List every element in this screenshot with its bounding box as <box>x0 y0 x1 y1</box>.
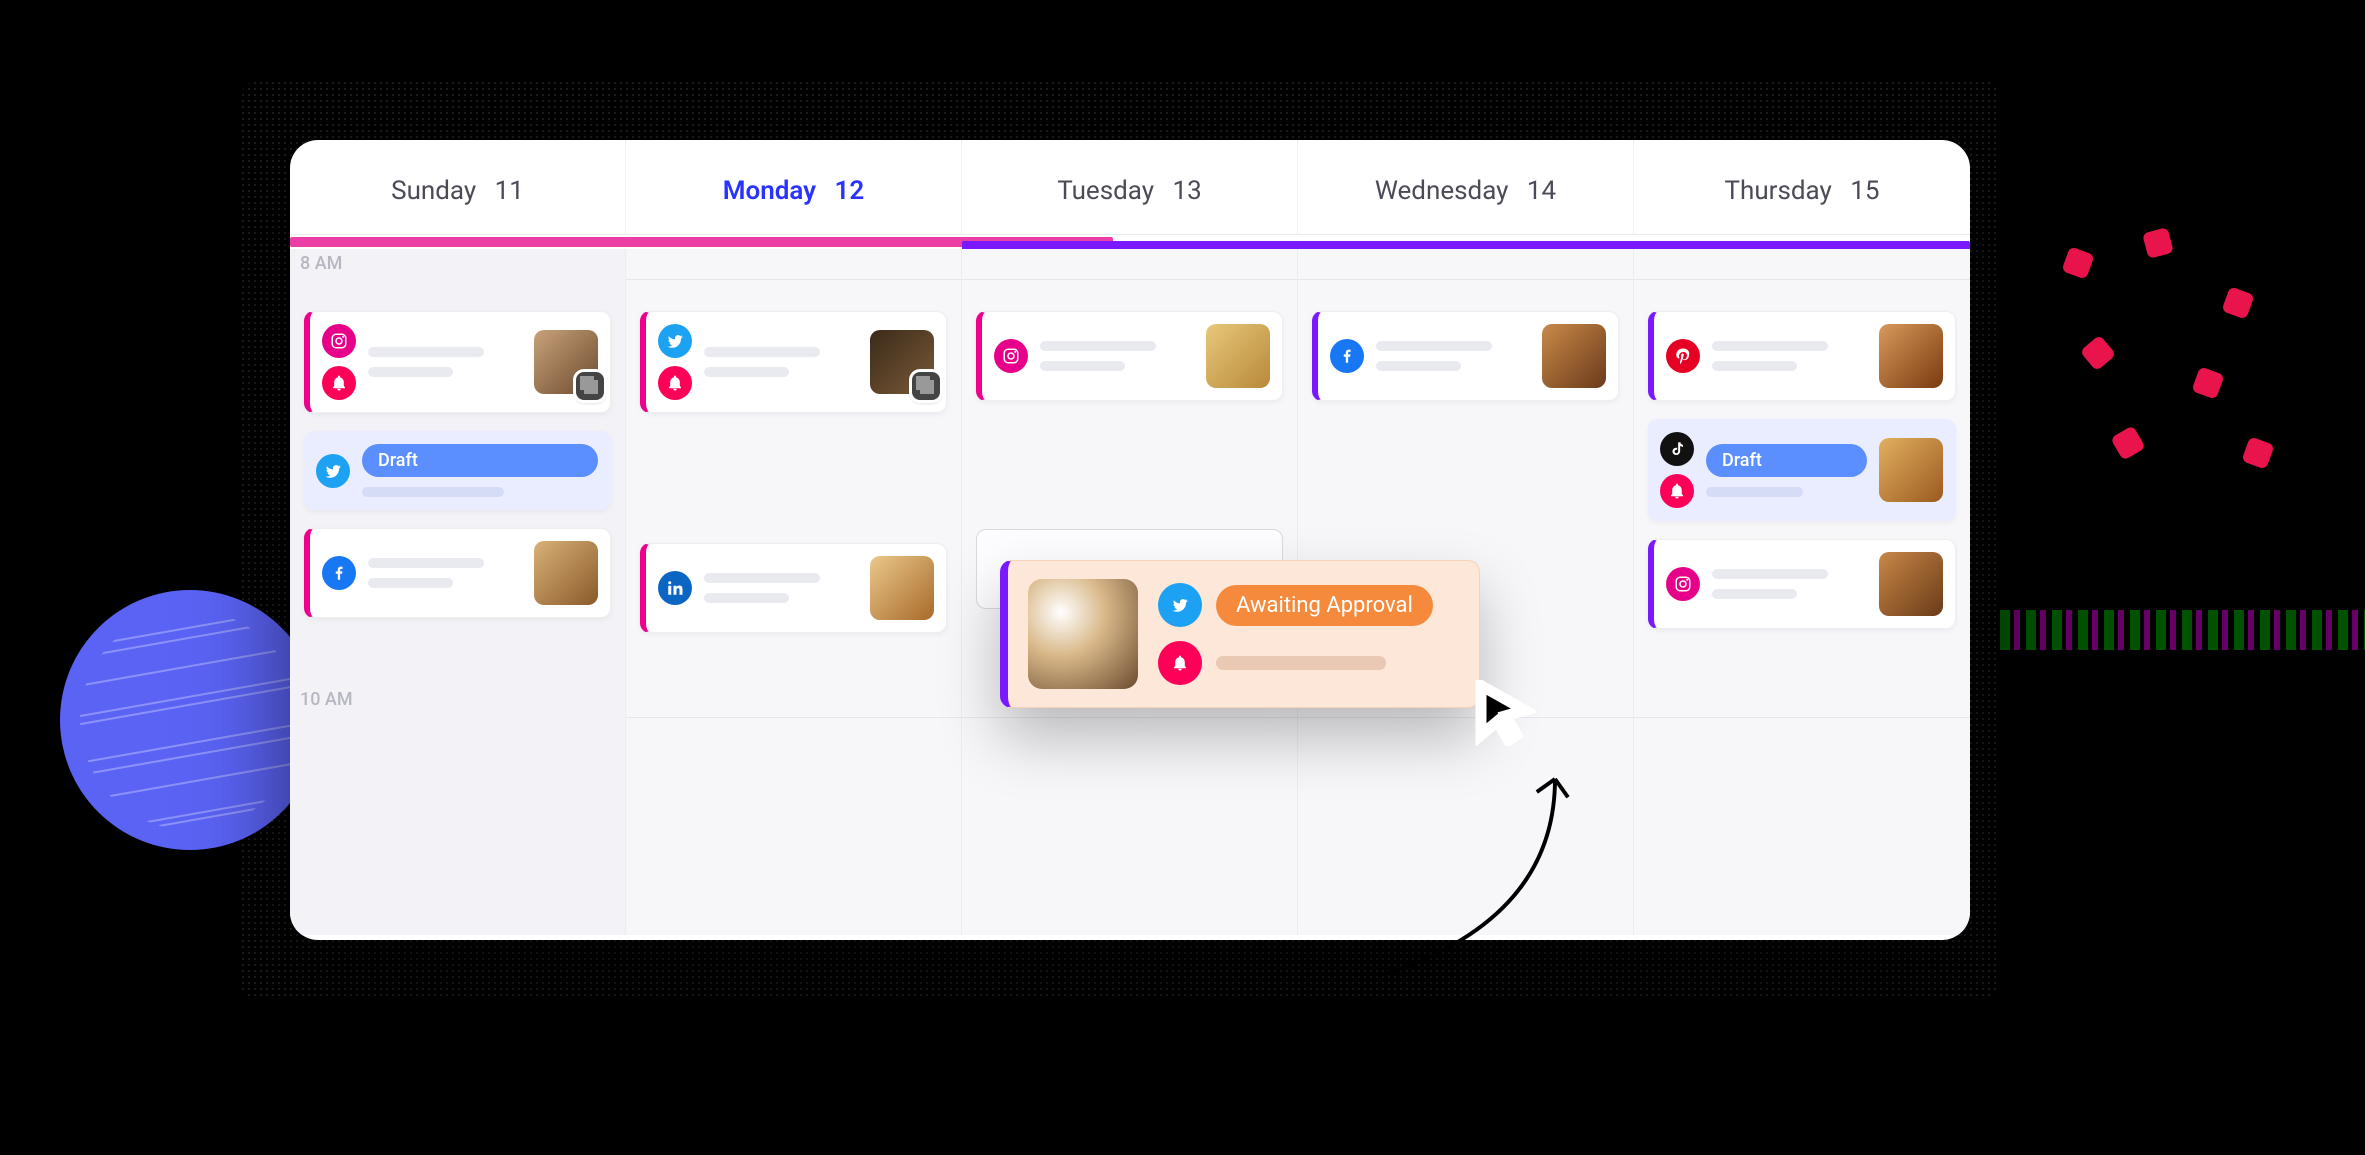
post-card[interactable] <box>304 311 611 413</box>
instagram-icon <box>994 339 1028 373</box>
post-card[interactable] <box>976 311 1283 401</box>
post-thumbnail <box>870 330 934 394</box>
post-text-placeholder <box>368 558 522 588</box>
twitter-icon <box>1158 583 1202 627</box>
post-card[interactable] <box>304 528 611 618</box>
post-text-placeholder <box>1376 341 1530 371</box>
annotation-arrow <box>1360 740 1620 1000</box>
post-card[interactable] <box>640 543 947 633</box>
time-label-10am: 10 AM <box>300 689 353 710</box>
day-column-sunday[interactable]: Sunday 11 <box>290 140 626 234</box>
facebook-icon <box>1330 339 1364 373</box>
cursor-pointer-icon <box>1470 680 1536 750</box>
awaiting-approval-badge: Awaiting Approval <box>1216 585 1433 626</box>
post-text-placeholder <box>1216 656 1386 670</box>
post-card[interactable] <box>1648 311 1956 401</box>
post-thumbnail <box>534 330 598 394</box>
post-thumbnail <box>1879 438 1943 502</box>
post-text-placeholder <box>1712 569 1867 599</box>
post-text-placeholder <box>1040 341 1194 371</box>
decorative-confetti <box>2025 230 2325 530</box>
day-column-monday[interactable]: Monday 12 <box>626 140 962 234</box>
bell-icon <box>1660 474 1694 508</box>
calendar-day-header: Sunday 11 Monday 12 Tuesday 13 Wednesday… <box>290 140 1970 235</box>
day-number: 14 <box>1527 176 1556 206</box>
day-column-thursday[interactable]: Thursday 15 <box>1634 140 1970 234</box>
post-card-draft[interactable]: Draft <box>304 431 611 510</box>
draft-badge: Draft <box>362 444 598 477</box>
day-column-wednesday[interactable]: Wednesday 14 <box>1298 140 1634 234</box>
day-number: 13 <box>1172 176 1201 206</box>
day-name: Thursday <box>1724 176 1831 206</box>
post-card[interactable] <box>640 311 947 413</box>
day-name: Wednesday <box>1375 176 1509 206</box>
twitter-icon <box>658 324 692 358</box>
post-networks <box>322 324 356 400</box>
post-card[interactable] <box>1312 311 1619 401</box>
tiktok-icon <box>1660 432 1694 466</box>
instagram-icon <box>1666 567 1700 601</box>
twitter-icon <box>316 454 350 488</box>
post-thumbnail <box>1879 324 1943 388</box>
campaign-bands <box>290 235 1970 249</box>
post-thumbnail <box>870 556 934 620</box>
day-column-tuesday[interactable]: Tuesday 13 <box>962 140 1298 234</box>
post-text-placeholder <box>1712 341 1867 371</box>
bell-icon <box>1158 641 1202 685</box>
post-text-placeholder <box>704 347 858 377</box>
post-text-placeholder <box>704 573 858 603</box>
linkedin-icon <box>658 571 692 605</box>
day-name: Monday <box>723 176 816 206</box>
post-thumbnail <box>1542 324 1606 388</box>
day-name: Sunday <box>391 176 476 206</box>
post-text-placeholder <box>368 347 522 377</box>
grid-col-sunday[interactable]: 8 AM 10 AM Draft <box>290 249 626 935</box>
post-text-placeholder <box>362 487 504 497</box>
draft-badge: Draft <box>1706 444 1867 477</box>
decorative-glitch <box>2000 610 2365 650</box>
post-text-placeholder <box>1706 487 1803 497</box>
day-number: 11 <box>495 176 524 206</box>
decorative-stripe <box>0 290 240 316</box>
day-number: 15 <box>1850 176 1879 206</box>
post-thumbnail <box>534 541 598 605</box>
day-number: 12 <box>835 176 865 206</box>
post-thumbnail <box>1206 324 1270 388</box>
facebook-icon <box>322 556 356 590</box>
post-card[interactable] <box>1648 539 1956 629</box>
calendar-window: Sunday 11 Monday 12 Tuesday 13 Wednesday… <box>290 140 1970 940</box>
post-thumbnail <box>1879 552 1943 616</box>
pinterest-icon <box>1666 339 1700 373</box>
instagram-icon <box>322 324 356 358</box>
decorative-blob <box>60 590 320 850</box>
time-label-8am: 8 AM <box>300 253 342 274</box>
post-card-draft[interactable]: Draft <box>1648 419 1956 521</box>
grid-col-thursday[interactable]: Draft <box>1634 249 1970 935</box>
bell-icon <box>322 366 356 400</box>
day-name: Tuesday <box>1057 176 1154 206</box>
dragging-post-card[interactable]: Awaiting Approval <box>1000 560 1480 708</box>
bell-icon <box>658 366 692 400</box>
grid-col-monday[interactable] <box>626 249 962 935</box>
decorative-stripe <box>0 330 240 356</box>
post-thumbnail <box>1028 579 1138 689</box>
